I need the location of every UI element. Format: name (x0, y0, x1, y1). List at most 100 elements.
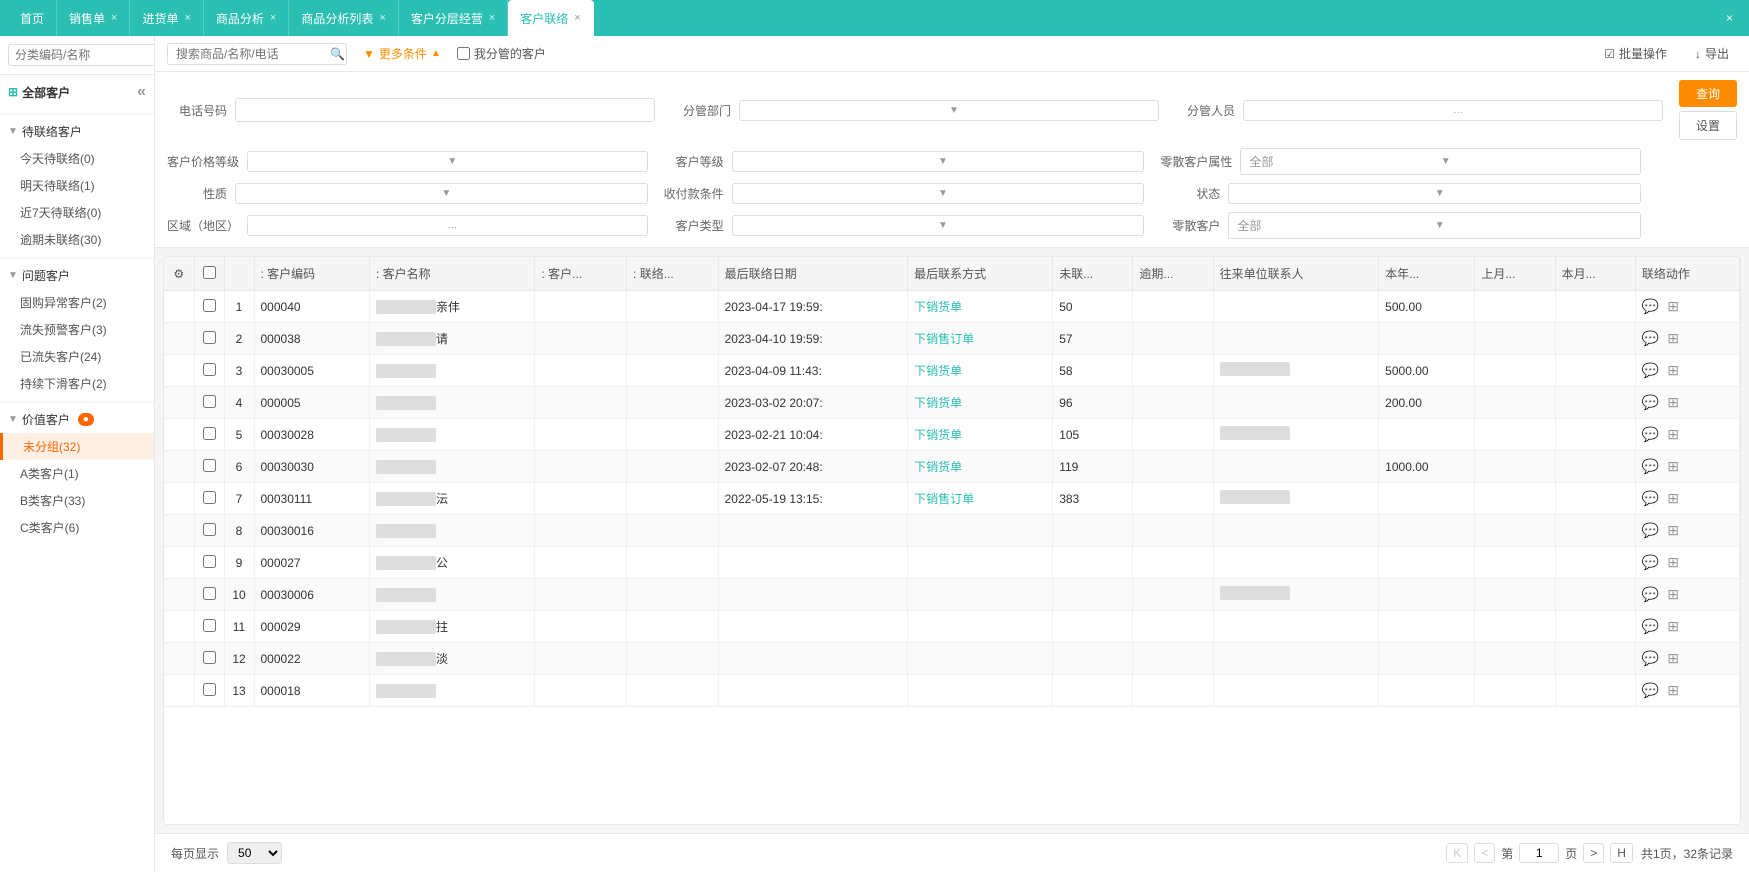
grid-action-icon[interactable]: ⊞ (1667, 554, 1679, 571)
close-customer-tier-tab[interactable]: × (489, 12, 495, 24)
filter-payment-select[interactable]: ▼ (732, 183, 1145, 204)
chat-icon[interactable]: 💬 (1642, 650, 1659, 667)
last-contact-method[interactable]: 下销货单 (908, 291, 1053, 323)
last-contact-method[interactable]: 下销售订单 (908, 483, 1053, 515)
grid-action-icon[interactable]: ⊞ (1667, 650, 1679, 667)
row-check-input[interactable] (203, 491, 216, 504)
sidebar-item-today[interactable]: 今天待联络(0) (0, 145, 154, 172)
row-check-input[interactable] (203, 395, 216, 408)
col-customer-type[interactable]: : 客户... (535, 257, 627, 291)
window-close[interactable]: × (1726, 11, 1733, 25)
row-checkbox[interactable] (194, 547, 224, 579)
filter-phone-input[interactable] (235, 98, 655, 122)
next-page-btn[interactable]: > (1583, 843, 1604, 863)
close-sales-tab[interactable]: × (111, 12, 117, 24)
chat-icon[interactable]: 💬 (1642, 426, 1659, 443)
action-icons[interactable]: 💬⊞ (1635, 643, 1739, 675)
action-icons[interactable]: 💬⊞ (1635, 547, 1739, 579)
sidebar-item-7days[interactable]: 近7天待联络(0) (0, 199, 154, 226)
chat-icon[interactable]: 💬 (1642, 298, 1659, 315)
prev-page-btn[interactable]: < (1474, 843, 1495, 863)
reset-button[interactable]: 设置 (1679, 111, 1737, 140)
action-icons[interactable]: 💬⊞ (1635, 579, 1739, 611)
row-settings[interactable] (164, 483, 194, 515)
row-checkbox[interactable] (194, 483, 224, 515)
last-contact-method[interactable]: 下销售订单 (908, 323, 1053, 355)
grid-action-icon[interactable]: ⊞ (1667, 394, 1679, 411)
grid-action-icon[interactable]: ⊞ (1667, 362, 1679, 379)
chat-icon[interactable]: 💬 (1642, 330, 1659, 347)
col-this-month[interactable]: 本月... (1555, 257, 1635, 291)
sidebar-item-churn-warning[interactable]: 流失预警客户(3) (0, 316, 154, 343)
sidebar-search-input[interactable] (8, 44, 155, 66)
chat-icon[interactable]: 💬 (1642, 490, 1659, 507)
row-checkbox[interactable] (194, 291, 224, 323)
last-contact-method[interactable] (908, 579, 1053, 611)
grid-action-icon[interactable]: ⊞ (1667, 330, 1679, 347)
row-checkbox[interactable] (194, 611, 224, 643)
action-icons[interactable]: 💬⊞ (1635, 675, 1739, 707)
row-settings[interactable] (164, 451, 194, 483)
row-settings[interactable] (164, 643, 194, 675)
sidebar-all-customers[interactable]: ⊞ 全部客户 « (0, 75, 154, 109)
action-icons[interactable]: 💬⊞ (1635, 387, 1739, 419)
row-checkbox[interactable] (194, 387, 224, 419)
row-settings[interactable] (164, 323, 194, 355)
sidebar-item-class-b[interactable]: B类客户(33) (0, 487, 154, 514)
row-checkbox[interactable] (194, 643, 224, 675)
tab-product-list[interactable]: 商品分析列表 × (289, 0, 398, 36)
row-checkbox[interactable] (194, 579, 224, 611)
last-contact-method[interactable]: 下销货单 (908, 451, 1053, 483)
col-this-year[interactable]: 本年... (1379, 257, 1475, 291)
page-number-input[interactable] (1519, 843, 1559, 863)
row-check-input[interactable] (203, 459, 216, 472)
col-overdue[interactable]: 逾期... (1133, 257, 1213, 291)
last-contact-method[interactable] (908, 547, 1053, 579)
row-checkbox[interactable] (194, 419, 224, 451)
row-settings[interactable] (164, 579, 194, 611)
filter-retail-customer-select[interactable]: 全部 ▼ (1228, 212, 1641, 239)
row-check-input[interactable] (203, 683, 216, 696)
col-last-contact-method[interactable]: 最后联系方式 (908, 257, 1053, 291)
action-icons[interactable]: 💬⊞ (1635, 419, 1739, 451)
row-check-input[interactable] (203, 363, 216, 376)
col-customer-name[interactable]: : 客户名称 (369, 257, 535, 291)
row-check-input[interactable] (203, 555, 216, 568)
grid-action-icon[interactable]: ⊞ (1667, 682, 1679, 699)
last-contact-method[interactable] (908, 515, 1053, 547)
filter-region-select[interactable]: … (247, 215, 648, 236)
tab-purchase[interactable]: 进货单 × (130, 0, 203, 36)
col-settings[interactable]: ⚙ (164, 257, 194, 291)
collapse-icon[interactable]: « (137, 83, 146, 101)
row-check-input[interactable] (203, 427, 216, 440)
main-search-icon[interactable]: 🔍 (330, 47, 345, 61)
row-check-input[interactable] (203, 299, 216, 312)
filter-dept-select[interactable]: ▼ (739, 100, 1159, 121)
last-contact-method[interactable]: 下销货单 (908, 419, 1053, 451)
row-settings[interactable] (164, 611, 194, 643)
row-settings[interactable] (164, 387, 194, 419)
section-pending-contact[interactable]: ▼ 待联络客户 (0, 118, 154, 145)
row-checkbox[interactable] (194, 355, 224, 387)
grid-action-icon[interactable]: ⊞ (1667, 618, 1679, 635)
action-icons[interactable]: 💬⊞ (1635, 451, 1739, 483)
filter-customer-grade-select[interactable]: ▼ (732, 151, 1145, 172)
row-check-input[interactable] (203, 331, 216, 344)
row-settings[interactable] (164, 355, 194, 387)
col-last-contact-date[interactable]: 最后联络日期 (718, 257, 908, 291)
last-contact-method[interactable]: 下销货单 (908, 387, 1053, 419)
col-last-month[interactable]: 上月... (1475, 257, 1555, 291)
chat-icon[interactable]: 💬 (1642, 682, 1659, 699)
tab-customer-contact[interactable]: 客户联络 × (508, 0, 593, 36)
col-uncontacted[interactable]: 未联... (1053, 257, 1133, 291)
chat-icon[interactable]: 💬 (1642, 618, 1659, 635)
row-settings[interactable] (164, 547, 194, 579)
first-page-btn[interactable]: K (1446, 843, 1468, 863)
sidebar-item-ungroup[interactable]: 未分组(32) (0, 433, 154, 460)
row-settings[interactable] (164, 675, 194, 707)
row-settings[interactable] (164, 515, 194, 547)
section-value-customers[interactable]: ▼ 价值客户 ● (0, 406, 154, 433)
row-checkbox[interactable] (194, 515, 224, 547)
close-purchase-tab[interactable]: × (184, 12, 190, 24)
col-contacts-unit[interactable]: 往来单位联系人 (1213, 257, 1379, 291)
